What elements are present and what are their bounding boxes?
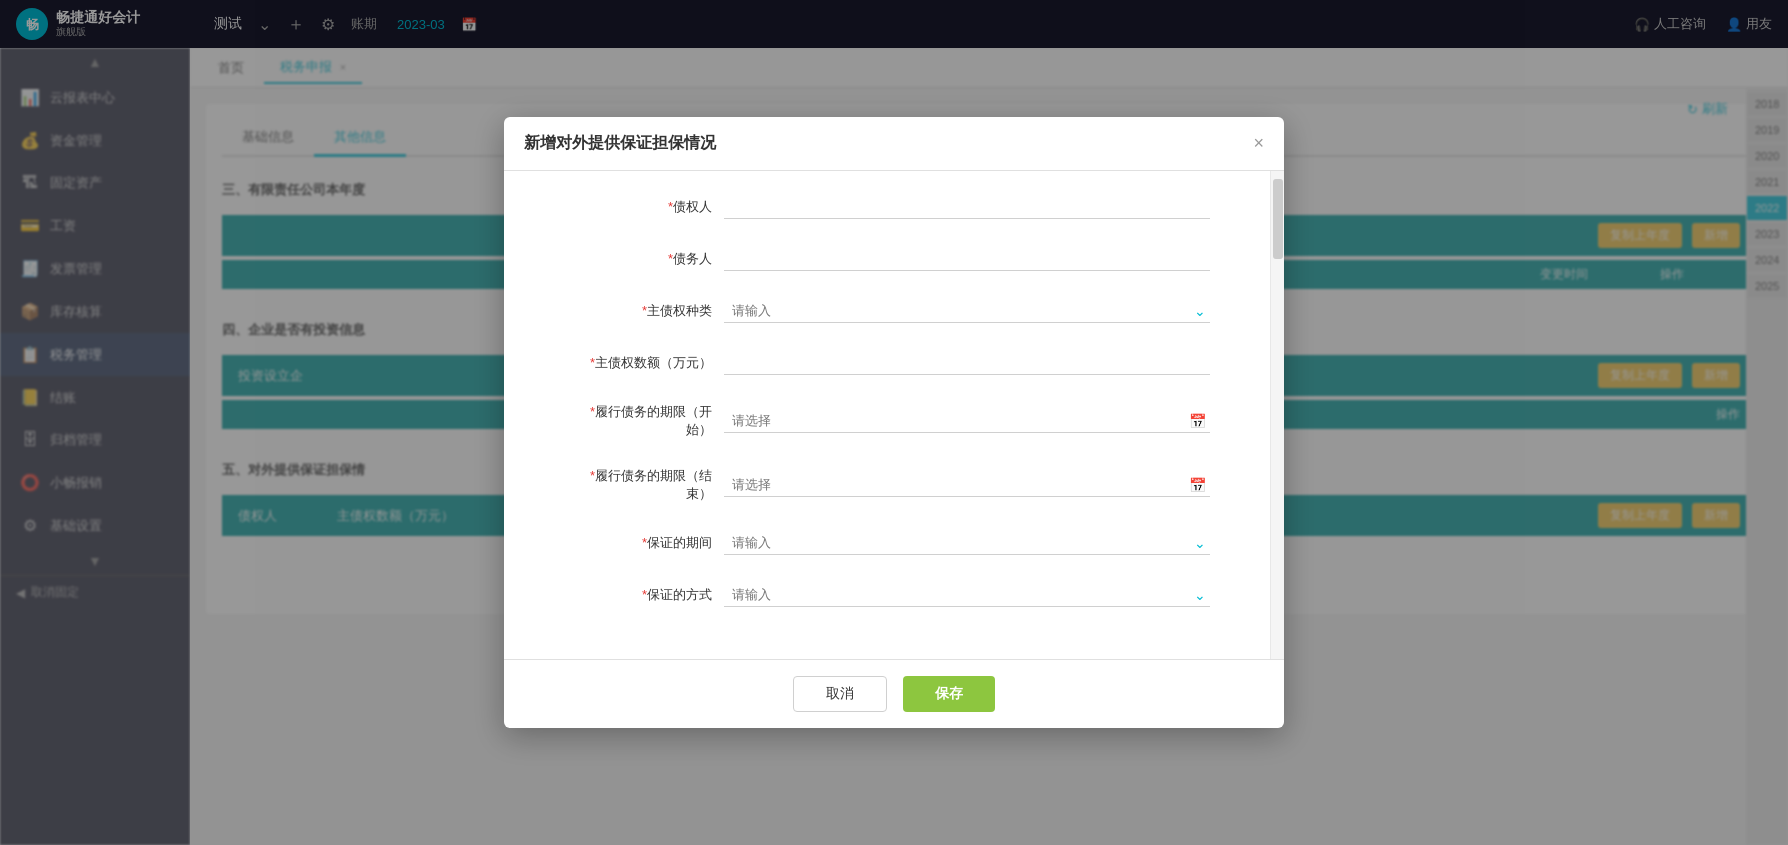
modal-header: 新增对外提供保证担保情况 × (504, 117, 1284, 171)
form-row-debtor: *债务人 (564, 247, 1210, 271)
modal-scrollbar[interactable] (1270, 171, 1284, 659)
period-end-input[interactable] (724, 473, 1189, 496)
period-start-date[interactable]: 📅 (724, 409, 1210, 433)
principal-amount-input[interactable] (724, 351, 1210, 375)
modal-dialog: 新增对外提供保证担保情况 × *债权人 *债务人 (504, 117, 1284, 728)
form-row-creditor: *债权人 (564, 195, 1210, 219)
principal-type-label: *主债权种类 (564, 302, 724, 320)
guarantee-period-label: *保证的期间 (564, 534, 724, 552)
modal-title: 新增对外提供保证担保情况 (524, 133, 716, 154)
guarantee-period-arrow-icon[interactable]: ⌄ (1194, 535, 1210, 551)
modal-overlay: 新增对外提供保证担保情况 × *债权人 *债务人 (0, 0, 1788, 845)
form-row-principal-type: *主债权种类 ⌄ (564, 299, 1210, 323)
principal-amount-label: *主债权数额（万元） (564, 354, 724, 372)
period-end-date[interactable]: 📅 (724, 473, 1210, 497)
save-button[interactable]: 保存 (903, 676, 995, 712)
principal-type-input[interactable] (724, 299, 1194, 322)
period-end-calendar-icon[interactable]: 📅 (1189, 477, 1210, 493)
creditor-label: *债权人 (564, 198, 724, 216)
period-start-input[interactable] (724, 409, 1189, 432)
guarantee-method-select[interactable]: ⌄ (724, 583, 1210, 607)
period-start-calendar-icon[interactable]: 📅 (1189, 413, 1210, 429)
period-end-label: *履行债务的期限（结束） (564, 467, 724, 503)
modal-footer: 取消 保存 (504, 659, 1284, 728)
period-start-label: *履行债务的期限（开始） (564, 403, 724, 439)
cancel-button[interactable]: 取消 (793, 676, 887, 712)
modal-scrollbar-thumb (1273, 179, 1283, 259)
modal-close-button[interactable]: × (1253, 133, 1264, 154)
form-row-guarantee-period: *保证的期间 ⌄ (564, 531, 1210, 555)
debtor-label: *债务人 (564, 250, 724, 268)
principal-type-select[interactable]: ⌄ (724, 299, 1210, 323)
guarantee-method-input[interactable] (724, 583, 1194, 606)
guarantee-period-select[interactable]: ⌄ (724, 531, 1210, 555)
form-row-principal-amount: *主债权数额（万元） (564, 351, 1210, 375)
debtor-input[interactable] (724, 247, 1210, 271)
modal-body: *债权人 *债务人 *主债权种类 (504, 171, 1270, 659)
form-row-guarantee-method: *保证的方式 ⌄ (564, 583, 1210, 607)
guarantee-method-label: *保证的方式 (564, 586, 724, 604)
guarantee-period-input[interactable] (724, 531, 1194, 554)
form-row-period-end: *履行债务的期限（结束） 📅 (564, 467, 1210, 503)
form-row-period-start: *履行债务的期限（开始） 📅 (564, 403, 1210, 439)
creditor-input[interactable] (724, 195, 1210, 219)
guarantee-method-arrow-icon[interactable]: ⌄ (1194, 587, 1210, 603)
principal-type-arrow-icon[interactable]: ⌄ (1194, 303, 1210, 319)
